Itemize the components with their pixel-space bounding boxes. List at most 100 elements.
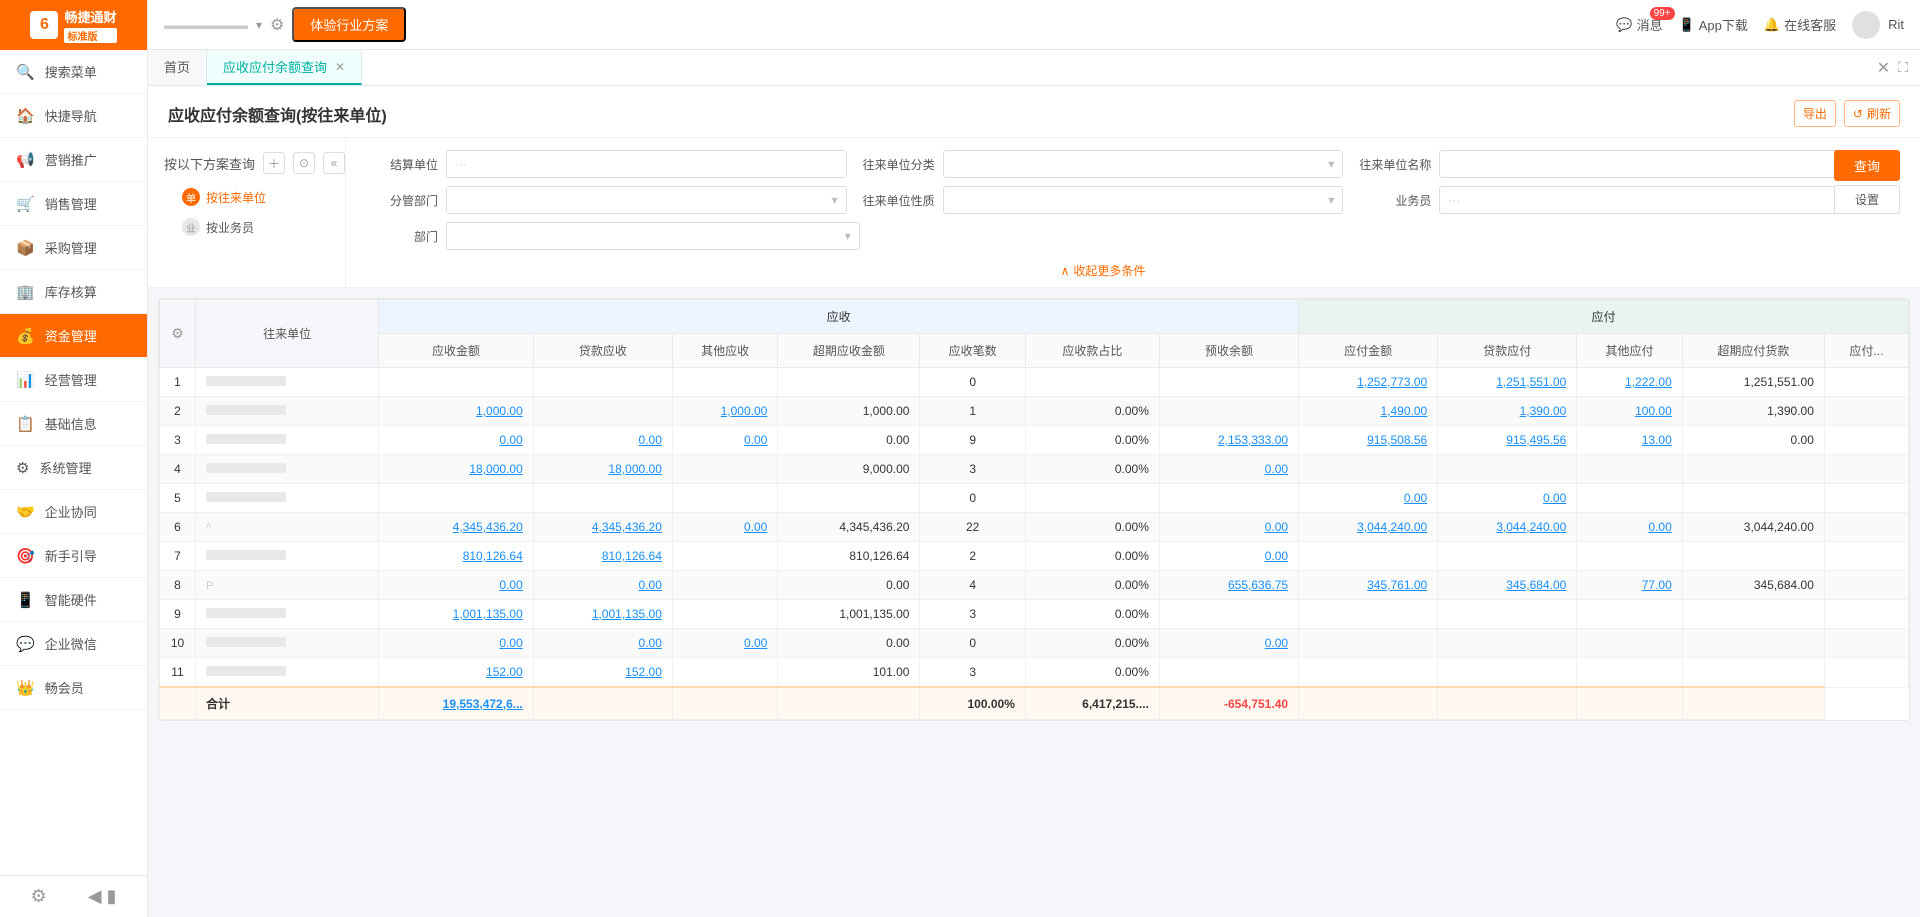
partner-name-input[interactable] bbox=[1439, 150, 1840, 178]
sidebar-item-member[interactable]: 👑 畅会员 bbox=[0, 666, 147, 710]
partner-cell bbox=[196, 484, 379, 513]
sidebar-item-purchase[interactable]: 📦 采购管理 bbox=[0, 226, 147, 270]
partner-cell bbox=[196, 629, 379, 658]
user-avatar bbox=[1852, 11, 1880, 39]
search-container: 按以下方案查询 ＋ ⊙ « 单 按往来单位 业 按业务员 结 bbox=[148, 138, 1920, 288]
query-button[interactable]: 查询 bbox=[1834, 150, 1900, 181]
tree-item-salesman[interactable]: 业 按业务员 bbox=[174, 214, 345, 240]
sidebar-bottom: ⚙ ◀ ▮ bbox=[0, 875, 147, 917]
partner-category-input[interactable]: ▾ bbox=[943, 150, 1344, 178]
message-badge: 99+ bbox=[1650, 7, 1675, 20]
breadcrumb: ▬▬▬▬▬▬▬ bbox=[164, 18, 248, 32]
export-button[interactable]: 导出 bbox=[1794, 100, 1836, 127]
service-icon: 🔔 bbox=[1764, 17, 1780, 33]
page-title: 应收应付余额查询(按往来单位) bbox=[168, 102, 387, 126]
field-dept: 分管部门 ▾ bbox=[366, 186, 847, 214]
sidebar-item-finance[interactable]: 💰 资金管理 bbox=[0, 314, 147, 358]
footer-prepaid-balance: 6,417,215.... bbox=[1025, 687, 1159, 720]
online-service-button[interactable]: 🔔 在线客服 bbox=[1764, 15, 1836, 34]
dept-input[interactable]: ▾ bbox=[446, 186, 847, 214]
sidebar-item-guide[interactable]: 🎯 新手引导 bbox=[0, 534, 147, 578]
field-partner-category: 往来单位分类 ▾ bbox=[863, 150, 1344, 178]
dropdown-arrow-icon[interactable]: ▾ bbox=[256, 18, 262, 32]
sidebar-item-quick-nav[interactable]: 🏠 快捷导航 bbox=[0, 94, 147, 138]
tab-controls: ✕ ⛶ bbox=[1865, 50, 1920, 85]
header-gear-icon[interactable]: ⚙ bbox=[270, 15, 284, 35]
message-button[interactable]: 💬 消息 99+ bbox=[1616, 15, 1662, 34]
logo-badge: 标准版 bbox=[64, 28, 116, 43]
tab-receivable[interactable]: 应收应付余额查询 ✕ bbox=[207, 50, 362, 85]
marketing-icon: 📢 bbox=[16, 151, 35, 169]
sidebar-item-inventory[interactable]: 🏢 库存核算 bbox=[0, 270, 147, 314]
scheme-settings-button[interactable]: ⊙ bbox=[293, 152, 315, 174]
loan-payable-header: 贷款应付 bbox=[1438, 334, 1577, 368]
main-content: 应收应付余额查询(按往来单位) 导出 ↺ 刷新 按以下方案查询 ＋ ⊙ « 单 … bbox=[148, 86, 1920, 917]
sales-icon: 🛒 bbox=[16, 195, 35, 213]
user-menu[interactable]: Rit bbox=[1852, 11, 1904, 39]
partner-cell bbox=[196, 368, 379, 397]
service-label: 在线客服 bbox=[1784, 15, 1836, 34]
sidebar-item-system[interactable]: ⚙ 系统管理 bbox=[0, 446, 147, 490]
settings-gear-icon[interactable]: ⚙ bbox=[31, 886, 47, 907]
footer-receivable-amount[interactable]: 19,553,472,6... bbox=[379, 687, 533, 720]
refresh-button[interactable]: ↺ 刷新 bbox=[1844, 100, 1900, 127]
footer-payable-amount: -654,751.40 bbox=[1159, 687, 1298, 720]
member-icon: 👑 bbox=[16, 679, 35, 697]
quick-nav-icon: 🏠 bbox=[16, 107, 35, 125]
finance-icon: 💰 bbox=[16, 327, 35, 345]
settlement-unit-input[interactable]: ··· bbox=[446, 150, 847, 178]
add-scheme-button[interactable]: ＋ bbox=[263, 152, 285, 174]
setting-button[interactable]: 设置 bbox=[1834, 185, 1900, 214]
logo-icon: 6 bbox=[30, 11, 58, 39]
inventory-icon: 🏢 bbox=[16, 283, 35, 301]
table-row: 21,000.001,000.001,000.0010.00%1,490.001… bbox=[160, 397, 1909, 426]
table-row: 500.000.00 bbox=[160, 484, 1909, 513]
header-right: 💬 消息 99+ 📱 App下载 🔔 在线客服 Rit bbox=[1616, 11, 1904, 39]
sidebar-item-wechat[interactable]: 💬 企业微信 bbox=[0, 622, 147, 666]
partner-nature-input[interactable]: ▾ bbox=[943, 186, 1344, 214]
table-row: 11152.00152.00101.0030.00% bbox=[160, 658, 1909, 688]
sidebar-item-hardware[interactable]: 📱 智能硬件 bbox=[0, 578, 147, 622]
salesman-tree-icon: 业 bbox=[182, 218, 200, 236]
window-close-icon[interactable]: ✕ bbox=[1877, 58, 1890, 78]
hardware-icon: 📱 bbox=[16, 591, 35, 609]
other-receivable-header: 其他应收 bbox=[672, 334, 777, 368]
overdue-payable-header: 超期应付货款 bbox=[1682, 334, 1824, 368]
search-menu-icon: 🔍 bbox=[16, 63, 35, 81]
search-fields: 结算单位 ··· 往来单位分类 ▾ 往来单位名称 bbox=[346, 138, 1920, 287]
partner-col-header: 往来单位 bbox=[196, 300, 379, 368]
app-download-button[interactable]: 📱 App下载 bbox=[1679, 15, 1748, 34]
salesman-input[interactable]: ··· bbox=[1439, 186, 1840, 214]
tree-item-partner[interactable]: 单 按往来单位 bbox=[174, 184, 345, 210]
table-row: 7810,126.64810,126.64810,126.6420.00%0.0… bbox=[160, 542, 1909, 571]
table-row: 6^4,345,436.204,345,436.200.004,345,436.… bbox=[160, 513, 1909, 542]
sidebar-item-enterprise[interactable]: 🤝 企业协同 bbox=[0, 490, 147, 534]
tab-home[interactable]: 首页 bbox=[148, 50, 207, 85]
payable-extra-header: 应付... bbox=[1824, 334, 1908, 368]
search-row-2: 分管部门 ▾ 往来单位性质 ▾ 业务员 ··· bbox=[366, 186, 1840, 214]
footer-receivable-ratio: 100.00% bbox=[920, 687, 1025, 720]
sidebar-item-operation[interactable]: 📊 经营管理 bbox=[0, 358, 147, 402]
partner-cell: P bbox=[196, 571, 379, 600]
table-settings-icon[interactable]: ⚙ bbox=[171, 325, 184, 341]
tab-close-icon[interactable]: ✕ bbox=[335, 60, 345, 74]
logo-name: 畅捷通财 bbox=[64, 7, 116, 26]
field-salesman: 业务员 ··· bbox=[1359, 186, 1840, 214]
collapse-scheme-button[interactable]: « bbox=[323, 152, 345, 174]
search-row-1: 结算单位 ··· 往来单位分类 ▾ 往来单位名称 bbox=[366, 150, 1840, 178]
wechat-icon: 💬 bbox=[16, 635, 35, 653]
sidebar: 6 畅捷通财 标准版 🔍 搜索菜单 🏠 快捷导航 📢 营销推广 🛒 销售管理 📦… bbox=[0, 0, 148, 917]
collapse-button[interactable]: ∧ 收起更多条件 bbox=[366, 258, 1840, 283]
sidebar-item-basic[interactable]: 📋 基础信息 bbox=[0, 402, 147, 446]
department-input[interactable]: ▾ bbox=[446, 222, 860, 250]
sidebar-item-marketing[interactable]: 📢 营销推广 bbox=[0, 138, 147, 182]
window-expand-icon[interactable]: ⛶ bbox=[1898, 59, 1908, 76]
search-scheme-panel: 按以下方案查询 ＋ ⊙ « 单 按往来单位 业 按业务员 bbox=[148, 138, 346, 287]
action-area: 查询 设置 bbox=[1834, 150, 1900, 214]
promo-button[interactable]: 体验行业方案 bbox=[292, 7, 406, 42]
sidebar-item-search-menu[interactable]: 🔍 搜索菜单 bbox=[0, 50, 147, 94]
page-header: 应收应付余额查询(按往来单位) 导出 ↺ 刷新 bbox=[148, 86, 1920, 138]
collapse-icon[interactable]: ◀ ▮ bbox=[88, 886, 117, 907]
sidebar-item-sales[interactable]: 🛒 销售管理 bbox=[0, 182, 147, 226]
search-row-3: 部门 ▾ bbox=[366, 222, 1840, 250]
